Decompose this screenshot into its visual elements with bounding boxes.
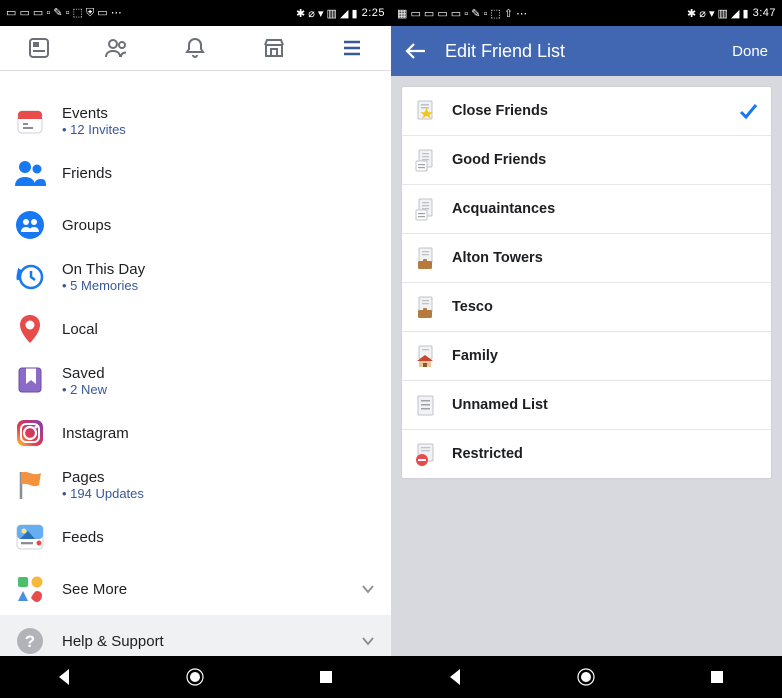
tab-feed[interactable] [25,34,53,62]
app-bar: Edit Friend List Done [391,26,782,76]
status-icons-left: ▦ ▭ ▭ ▭ ▭ ▫ ✎ ▫ ⬚ ⇧ ⋯ [397,7,527,20]
friend-list-label: Close Friends [452,103,723,119]
flag-icon [14,469,46,501]
clock-icon [14,261,46,293]
nav-back[interactable] [52,664,78,690]
briefcase-list-icon [414,246,438,270]
list-icon [414,148,438,172]
menu-item-label: Events [62,105,126,122]
menu-item-saved[interactable]: Saved • 2 New [0,355,391,407]
restricted-icon [414,442,438,466]
home-list-icon [414,344,438,368]
android-nav-bar [0,656,391,698]
help-icon: ? [14,625,46,656]
chevron-down-icon [359,632,377,650]
menu-item-groups[interactable]: Groups [0,199,391,251]
nav-back[interactable] [443,664,469,690]
friend-list-unnamed[interactable]: Unnamed List [402,381,771,430]
status-icons-right: ✱ ⌀ ▾ ▥ ◢ ▮ 2:25 [296,7,385,20]
list-icon [414,393,438,417]
status-icons-right: ✱ ⌀ ▾ ▥ ◢ ▮ 3:47 [687,7,776,20]
friends-icon [14,157,46,189]
friend-list-label: Unnamed List [452,397,759,413]
nav-recent[interactable] [313,664,339,690]
nav-home[interactable] [573,664,599,690]
chevron-down-icon [359,580,377,598]
menu-item-seemore[interactable]: See More [0,563,391,615]
status-bar: ▦ ▭ ▭ ▭ ▭ ▫ ✎ ▫ ⬚ ⇧ ⋯ ✱ ⌀ ▾ ▥ ◢ ▮ 3:47 [391,0,782,26]
back-arrow-icon[interactable] [405,40,427,62]
menu-item-instagram[interactable]: Instagram [0,407,391,459]
menu-item-label: Local [62,321,98,338]
menu-item-feeds[interactable]: Feeds [0,511,391,563]
friend-list-label: Alton Towers [452,250,759,266]
nav-home[interactable] [182,664,208,690]
left-screen: ▭ ▭ ▭ ▫ ✎ ▫ ⬚ ⛨ ▭ ⋯ ✱ ⌀ ▾ ▥ ◢ ▮ 2:25 [0,0,391,698]
android-nav-bar [391,656,782,698]
shapes-icon [14,573,46,605]
menu-item-sub: • 2 New [62,382,107,397]
menu-item-help[interactable]: ? Help & Support [0,615,391,656]
status-time: 3:47 [753,7,776,19]
menu-item-friends[interactable]: Friends [0,147,391,199]
status-time: 2:25 [362,7,385,19]
menu-item-label: Saved [62,365,107,382]
feeds-icon [14,521,46,553]
status-icons-left: ▭ ▭ ▭ ▫ ✎ ▫ ⬚ ⛨ ▭ ⋯ [6,6,122,20]
menu-list: Events • 12 Invites Friends Groups [0,71,391,656]
friend-list-card: Close Friends Good Friends Acquaintances [401,86,772,479]
menu-item-label: Pages [62,469,144,486]
tab-marketplace[interactable] [260,34,288,62]
checkmark-icon [737,100,759,122]
star-list-icon [414,99,438,123]
friend-list-label: Good Friends [452,152,759,168]
status-bar: ▭ ▭ ▭ ▫ ✎ ▫ ⬚ ⛨ ▭ ⋯ ✱ ⌀ ▾ ▥ ◢ ▮ 2:25 [0,0,391,26]
list-icon [414,197,438,221]
menu-item-label: See More [62,581,127,598]
top-tab-bar [0,26,391,71]
page-title: Edit Friend List [445,41,714,62]
menu-item-sub: • 194 Updates [62,486,144,501]
tab-menu[interactable] [338,34,366,62]
menu-item-label: On This Day [62,261,145,278]
friend-list-good[interactable]: Good Friends [402,136,771,185]
menu-item-events[interactable]: Events • 12 Invites [0,95,391,147]
bookmark-icon [14,365,46,397]
menu-item-local[interactable]: Local [0,303,391,355]
nav-recent[interactable] [704,664,730,690]
menu-item-sub: • 12 Invites [62,122,126,137]
menu-item-sub: • 5 Memories [62,278,145,293]
done-button[interactable]: Done [732,43,768,60]
menu-item-label: Help & Support [62,633,164,650]
friend-list-restricted[interactable]: Restricted [402,430,771,478]
menu-item-label: Feeds [62,529,104,546]
tab-notifications[interactable] [181,34,209,62]
list-item-peek[interactable] [0,71,391,95]
menu-item-label: Groups [62,217,111,234]
menu-item-pages[interactable]: Pages • 194 Updates [0,459,391,511]
menu-item-label: Instagram [62,425,129,442]
friend-list-acquaintances[interactable]: Acquaintances [402,185,771,234]
friend-list-label: Acquaintances [452,201,759,217]
right-screen: ▦ ▭ ▭ ▭ ▭ ▫ ✎ ▫ ⬚ ⇧ ⋯ ✱ ⌀ ▾ ▥ ◢ ▮ 3:47 E… [391,0,782,698]
instagram-icon [14,417,46,449]
friend-list-close[interactable]: Close Friends [402,87,771,136]
menu-item-onthisday[interactable]: On This Day • 5 Memories [0,251,391,303]
tab-friends[interactable] [103,34,131,62]
menu-item-label: Friends [62,165,112,182]
friend-list-tesco[interactable]: Tesco [402,283,771,332]
friend-list-alton[interactable]: Alton Towers [402,234,771,283]
briefcase-list-icon [414,295,438,319]
friend-list-label: Tesco [452,299,759,315]
location-pin-icon [14,313,46,345]
friend-list-label: Restricted [452,446,759,462]
friend-list-family[interactable]: Family [402,332,771,381]
groups-icon [14,209,46,241]
calendar-icon [14,105,46,137]
friend-list-label: Family [452,348,759,364]
svg-text:?: ? [25,632,35,651]
